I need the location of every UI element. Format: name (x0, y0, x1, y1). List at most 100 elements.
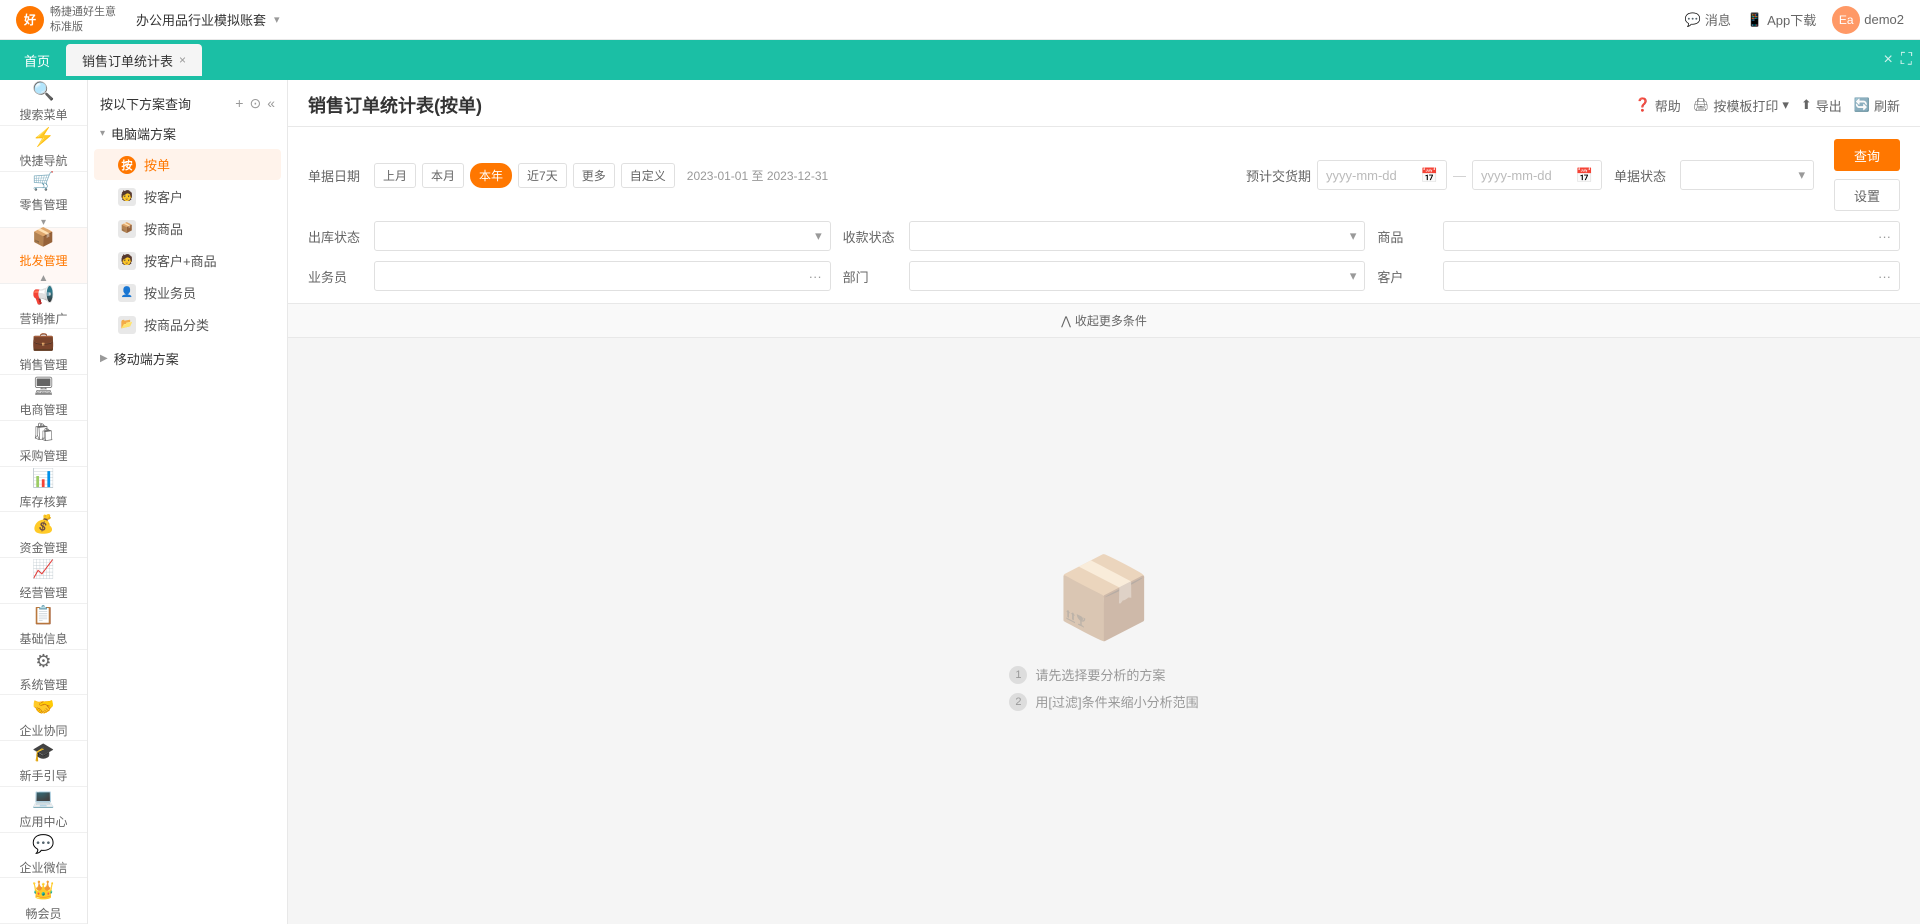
date-btn-lastmonth[interactable]: 上月 (374, 163, 416, 188)
help-btn[interactable]: ❓ 帮助 (1635, 96, 1681, 115)
sidebar-item-purchase[interactable]: 🛍 采购管理 (0, 421, 87, 467)
cal-icon-from[interactable]: 📅 (1421, 167, 1438, 184)
retail-icon: 🛒 (32, 171, 54, 192)
tab-close-btn[interactable]: × (179, 53, 186, 67)
customer-more-icon[interactable]: ··· (1878, 269, 1891, 284)
scheme-header: 按以下方案查询 + ⊙ « (88, 88, 287, 119)
customer-label: 客户 (1377, 267, 1437, 286)
empty-illustration: 📦 (1054, 551, 1154, 645)
empty-tips: 1 请先选择要分析的方案 2 用[过滤]条件来缩小分析范围 (1009, 665, 1198, 711)
sidebar-item-sales[interactable]: 💼 销售管理 (0, 329, 87, 375)
sidebar-item-finance[interactable]: 💰 资金管理 (0, 512, 87, 558)
salesman-more-icon[interactable]: ··· (809, 269, 822, 284)
sales-icon: 💼 (32, 331, 54, 352)
dept-arrow: ▾ (1350, 268, 1357, 284)
basic-icon: 📋 (32, 605, 54, 626)
scheme-item-by-customer[interactable]: 🧑 按客户 (94, 181, 281, 212)
sidebar-item-quicknav[interactable]: ⚡ 快捷导航 (0, 126, 87, 172)
filter-area: 单据日期 上月 本月 本年 近7天 更多 自定义 2023-01-01 至 20… (288, 127, 1920, 304)
scheme-group-pc-title[interactable]: ▾ 电脑端方案 (88, 119, 287, 148)
pc-group-triangle: ▾ (100, 128, 105, 139)
scheme-item-by-customer-goods[interactable]: 🧑 按客户+商品 (94, 245, 281, 276)
export-btn[interactable]: ⬆ 导出 (1801, 96, 1842, 115)
app-download-btn[interactable]: 📱 App下载 (1747, 10, 1816, 29)
out-status-select[interactable]: ▾ (374, 221, 831, 251)
scheme-item-by-salesman[interactable]: 👤 按业务员 (94, 277, 281, 308)
scheme-panel: 按以下方案查询 + ⊙ « ▾ 电脑端方案 按 按单 🧑 按 (88, 80, 288, 924)
collapse-btn[interactable]: ⋀ 收起更多条件 (1061, 312, 1147, 329)
refresh-icon: 🔄 (1854, 97, 1870, 113)
print-btn[interactable]: 🖨 按模板打印 ▾ (1693, 96, 1789, 115)
tab-home[interactable]: 首页 (8, 44, 66, 76)
mobile-group-triangle: ▶ (100, 353, 108, 364)
message-icon: 💬 (1685, 12, 1701, 28)
sidebar-item-inventory[interactable]: 📊 库存核算 (0, 467, 87, 513)
query-btn-wrapper: 查询 设置 (1834, 139, 1900, 211)
settings-btn[interactable]: 设置 (1834, 179, 1900, 211)
salesman-input[interactable]: ··· (374, 261, 831, 291)
scheme-icon-goods: 📦 (118, 220, 136, 238)
search-icon: 🔍 (32, 81, 54, 102)
scheme-item-by-goods[interactable]: 📦 按商品 (94, 213, 281, 244)
date-btn-custom[interactable]: 自定义 (621, 163, 675, 188)
sidebar: 🔍 搜索菜单 ⚡ 快捷导航 🛒 零售管理 ▾ 📦 批发管理 ▲ 📢 营销推广 💼… (0, 80, 88, 924)
tab-active[interactable]: 销售订单统计表 × (66, 44, 202, 76)
scheme-collapse-btn[interactable]: « (267, 95, 275, 112)
cal-icon-to[interactable]: 📅 (1576, 167, 1593, 184)
sidebar-item-system[interactable]: ⚙ 系统管理 (0, 650, 87, 696)
wholesale-arrow: ▲ (39, 273, 49, 284)
sidebar-item-management[interactable]: 📈 经营管理 (0, 558, 87, 604)
tab-bar: 首页 销售订单统计表 × × ⛶ (0, 40, 1920, 80)
pay-status-select[interactable]: ▾ (909, 221, 1366, 251)
date-btn-thisyear[interactable]: 本年 (470, 163, 512, 188)
scheme-add-btn[interactable]: + (235, 95, 243, 112)
scheme-group-mobile-title[interactable]: ▶ 移动端方案 (88, 344, 287, 373)
sidebar-item-appcenter[interactable]: 💻 应用中心 (0, 787, 87, 833)
date-btn-7days[interactable]: 近7天 (518, 163, 567, 188)
goods-more-icon[interactable]: ··· (1878, 229, 1891, 244)
page-actions: ❓ 帮助 🖨 按模板打印 ▾ ⬆ 导出 🔄 刷新 (1635, 96, 1900, 115)
refresh-btn[interactable]: 🔄 刷新 (1854, 96, 1900, 115)
customer-input[interactable]: ··· (1443, 261, 1900, 291)
status-select[interactable]: ▾ (1680, 160, 1814, 190)
collapse-chevron-icon: ⋀ (1061, 314, 1071, 328)
print-dropdown-icon: ▾ (1782, 97, 1789, 113)
message-btn[interactable]: 💬 消息 (1685, 10, 1731, 29)
date-btn-more[interactable]: 更多 (573, 163, 615, 188)
sidebar-item-guide[interactable]: 🎓 新手引导 (0, 741, 87, 787)
expected-date-to[interactable]: yyyy-mm-dd 📅 (1472, 160, 1602, 190)
sidebar-item-ecommerce[interactable]: 🖥 电商管理 (0, 375, 87, 421)
expected-date-from[interactable]: yyyy-mm-dd 📅 (1317, 160, 1447, 190)
goods-input[interactable]: ··· (1443, 221, 1900, 251)
out-status-label: 出库状态 (308, 227, 368, 246)
scheme-icon-customer: 🧑 (118, 188, 136, 206)
main-area: 销售订单统计表(按单) ❓ 帮助 🖨 按模板打印 ▾ ⬆ 导出 (288, 80, 1920, 924)
sidebar-item-wholesale[interactable]: 📦 批发管理 ▲ (0, 228, 87, 284)
date-btn-thismonth[interactable]: 本月 (422, 163, 464, 188)
sidebar-item-basic[interactable]: 📋 基础信息 (0, 604, 87, 650)
empty-tip-2: 2 用[过滤]条件来缩小分析范围 (1009, 692, 1198, 711)
scheme-item-by-category[interactable]: 📂 按商品分类 (94, 309, 281, 340)
date-btn-group: 上月 本月 本年 近7天 更多 自定义 (374, 163, 675, 188)
tab-maximize-btn[interactable]: ⛶ (1901, 51, 1912, 69)
sidebar-item-marketing[interactable]: 📢 营销推广 (0, 284, 87, 330)
sidebar-item-retail[interactable]: 🛒 零售管理 ▾ (0, 172, 87, 228)
sidebar-item-search[interactable]: 🔍 搜索菜单 (0, 80, 87, 126)
expected-date-label: 预计交货期 (1246, 166, 1311, 185)
scheme-item-by-order[interactable]: 按 按单 (94, 149, 281, 180)
top-title-dropdown[interactable]: ▾ (274, 13, 280, 26)
status-dropdown-icon: ▾ (1798, 167, 1805, 183)
dept-select[interactable]: ▾ (909, 261, 1366, 291)
finance-icon: 💰 (32, 514, 54, 535)
cooperation-icon: 🤝 (32, 697, 54, 718)
sidebar-item-wechat[interactable]: 💬 企业微信 (0, 833, 87, 879)
sidebar-item-cooperation[interactable]: 🤝 企业协同 (0, 695, 87, 741)
sidebar-item-member[interactable]: 👑 畅会员 (0, 878, 87, 924)
query-btn[interactable]: 查询 (1834, 139, 1900, 171)
user-avatar-area[interactable]: Ea demo2 (1832, 6, 1904, 34)
wechat-icon: 💬 (32, 834, 54, 855)
scheme-settings-btn[interactable]: ⊙ (249, 95, 261, 112)
member-icon: 👑 (32, 880, 54, 901)
goods-label: 商品 (1377, 227, 1437, 246)
tab-minimize-btn[interactable]: × (1883, 51, 1892, 69)
